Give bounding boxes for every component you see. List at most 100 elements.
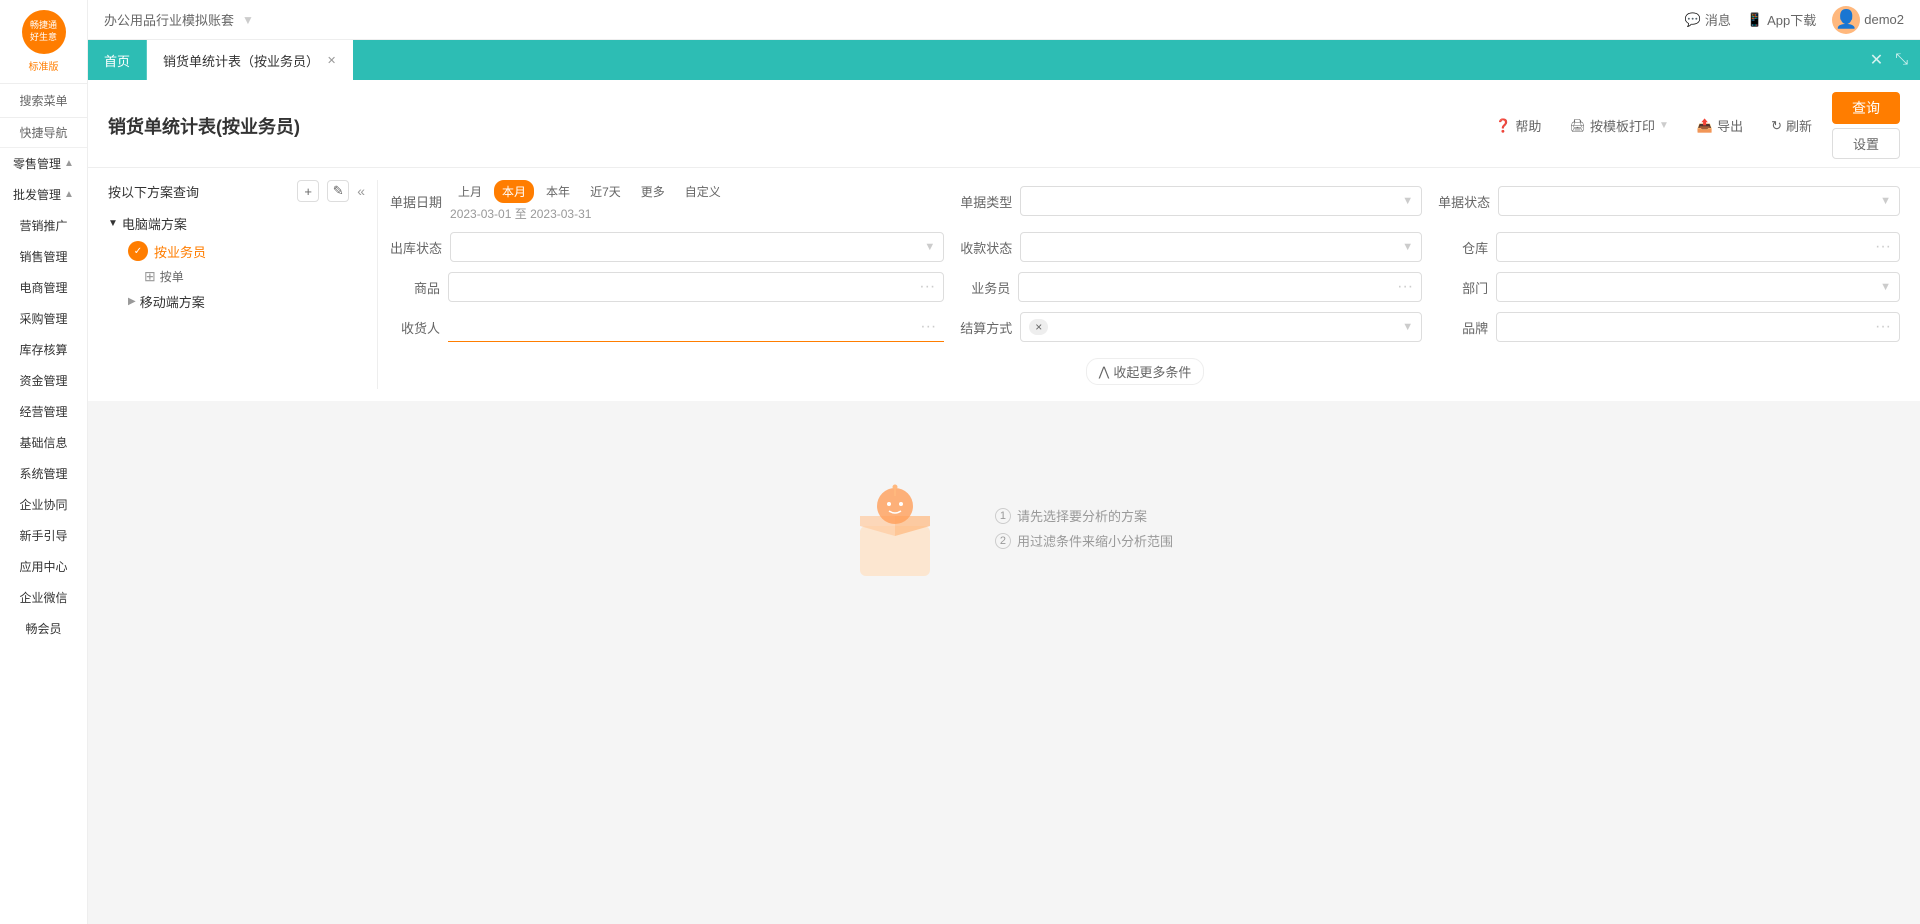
help-button[interactable]: ❓ 帮助 [1487,112,1549,139]
expand-tab-icon[interactable]: ⤡ [1895,51,1908,69]
query-button[interactable]: 查询 [1832,92,1900,124]
mobile-scheme-label[interactable]: ▶ 移动端方案 [108,288,365,315]
tab-close-icon[interactable]: ✕ [327,54,336,67]
filter-row-1: 单据日期 上月 本月 本年 近7天 更多 自定义 20 [390,180,1900,222]
edit-scheme-icon[interactable]: ✎ [327,180,349,202]
sidebar-item-inventory[interactable]: 库存核算 [0,334,87,365]
page-actions: ❓ 帮助 🖨 按模板打印 ▼ 📤 导出 ↻ 刷新 查询 [1487,92,1900,159]
field-department: 部门 ▼ [1438,272,1900,302]
field-salesperson: 业务员 ··· [960,272,1422,302]
avatar: 👤 [1832,6,1860,34]
department-select[interactable]: ▼ [1496,272,1900,302]
triangle-down-icon: ▼ [108,218,118,229]
breadcrumb-arrow[interactable]: ▼ [242,13,254,27]
help-label: 帮助 [1515,116,1541,135]
scheme-item-salesperson[interactable]: ✓ 按业务员 [108,237,365,265]
doc-status-select[interactable]: ▼ [1498,186,1900,216]
sidebar-item-appcenter[interactable]: 应用中心 [0,551,87,582]
collapse-scheme-icon[interactable]: « [357,183,365,199]
export-button[interactable]: 📤 导出 [1689,112,1751,139]
export-label: 导出 [1717,116,1743,135]
sidebar-item-basic[interactable]: 基础信息 [0,427,87,458]
sidebar-item-newuser[interactable]: 新手引导 [0,520,87,551]
sidebar-item-retail[interactable]: 零售管理 ▲ [0,148,87,179]
collapse-more-btn[interactable]: ⋀ 收起更多条件 [1086,358,1205,385]
page-header: 销货单统计表(按业务员) ❓ 帮助 🖨 按模板打印 ▼ 📤 导出 ↻ 刷新 [88,80,1920,168]
date-tab-this-month[interactable]: 本月 [494,180,534,203]
collect-status-label: 收款状态 [960,238,1012,257]
salesperson-input[interactable]: ··· [1018,272,1422,302]
export-icon: 📤 [1697,118,1713,134]
sidebar-logo[interactable]: 畅捷通好生意 标准版 [0,0,87,84]
sidebar-item-wechat[interactable]: 企业微信 [0,582,87,613]
sidebar-item-member[interactable]: 畅会员 [0,613,87,644]
tabbar-actions: ✕ ⤡ [1858,50,1920,70]
template-print-button[interactable]: 🖨 按模板打印 ▼ [1561,112,1676,139]
sub-item-label: 按单 [160,268,184,285]
chevron-down-icon: ▼ [1402,195,1413,207]
sidebar-item-operations[interactable]: 经营管理 [0,396,87,427]
warehouse-input[interactable]: ··· [1496,232,1900,262]
collect-status-select[interactable]: ▼ [1020,232,1422,262]
sidebar-item-ecommerce[interactable]: 电商管理 [0,272,87,303]
empty-illustration [835,481,955,581]
empty-svg [835,481,955,581]
chevron-down-out-status-icon: ▼ [924,241,935,253]
app-download-button[interactable]: 📱 App下载 [1747,10,1816,29]
sidebar-item-marketing[interactable]: 营销推广 [0,210,87,241]
sidebar-item-label: 系统管理 [19,465,67,482]
date-tab-this-year[interactable]: 本年 [538,180,578,203]
sidebar-item-label: 企业协同 [19,496,67,513]
field-receiver: 收货人 ··· [390,312,944,342]
user-menu[interactable]: 👤 demo2 [1832,6,1904,34]
doc-type-select[interactable]: ▼ [1020,186,1422,216]
filter-row-2: 出库状态 ▼ 收款状态 ▼ [390,232,1900,262]
sidebar-item-sales[interactable]: 销售管理 [0,241,87,272]
date-tab-7days[interactable]: 近7天 [582,180,629,203]
refresh-button[interactable]: ↻ 刷新 [1763,112,1820,139]
sidebar-item-wholesale[interactable]: 批发管理 ▲ [0,179,87,210]
receiver-dots: ··· [920,318,936,336]
sidebar-item-label: 新手引导 [19,527,67,544]
sidebar-nav-quick[interactable]: 快捷导航 [0,118,87,148]
field-brand: 品牌 ··· [1438,312,1900,342]
settlement-select[interactable]: × ▼ [1020,312,1422,342]
expand-icon-retail: ▲ [64,158,74,169]
step1-text: 请先选择要分析的方案 [1017,506,1147,525]
filter-row-3: 商品 ··· 业务员 ··· [390,272,1900,302]
settings-button[interactable]: 设置 [1832,128,1900,159]
chevron-print-icon: ▼ [1659,120,1669,131]
date-tab-last-month[interactable]: 上月 [450,180,490,203]
scheme-active-icon: ✓ [128,241,148,261]
doc-status-label: 单据状态 [1438,192,1490,211]
sidebar-item-label: 电商管理 [19,279,67,296]
scheme-sub-item-order[interactable]: ⊞ 按单 [108,265,365,288]
settlement-tag-close[interactable]: × [1035,320,1042,334]
sidebar-item-purchase[interactable]: 采购管理 [0,303,87,334]
message-button[interactable]: 💬 消息 [1685,10,1731,29]
tab-home[interactable]: 首页 [88,40,147,80]
brand-input[interactable]: ··· [1496,312,1900,342]
sidebar-item-cooperation[interactable]: 企业协同 [0,489,87,520]
receiver-input[interactable]: ··· [448,312,944,342]
product-label: 商品 [390,278,440,297]
date-range-text: 2023-03-01 至 2023-03-31 [450,205,944,222]
filter-row-4: 收货人 ··· 结算方式 × ▼ [390,312,1900,342]
close-all-tabs-icon[interactable]: ✕ [1870,50,1883,70]
product-dots: ··· [919,278,935,296]
date-tab-more[interactable]: 更多 [633,180,673,203]
tab-sales-report[interactable]: 销货单统计表（按业务员） ✕ [147,40,353,80]
date-input-group: 上月 本月 本年 近7天 更多 自定义 2023-03-01 至 2023-03… [450,180,944,222]
step2-text: 用过滤条件来缩小分析范围 [1017,531,1173,550]
sidebar-search[interactable]: 搜索菜单 [0,84,87,118]
add-scheme-icon[interactable]: + [297,180,319,202]
sidebar-item-system[interactable]: 系统管理 [0,458,87,489]
field-product: 商品 ··· [390,272,944,302]
date-tab-custom[interactable]: 自定义 [677,180,729,203]
tab-home-label: 首页 [104,51,130,70]
pc-scheme-label[interactable]: ▼ 电脑端方案 [108,210,365,237]
out-status-select[interactable]: ▼ [450,232,944,262]
warehouse-dots: ··· [1875,238,1891,256]
product-input[interactable]: ··· [448,272,944,302]
sidebar-item-finance[interactable]: 资金管理 [0,365,87,396]
